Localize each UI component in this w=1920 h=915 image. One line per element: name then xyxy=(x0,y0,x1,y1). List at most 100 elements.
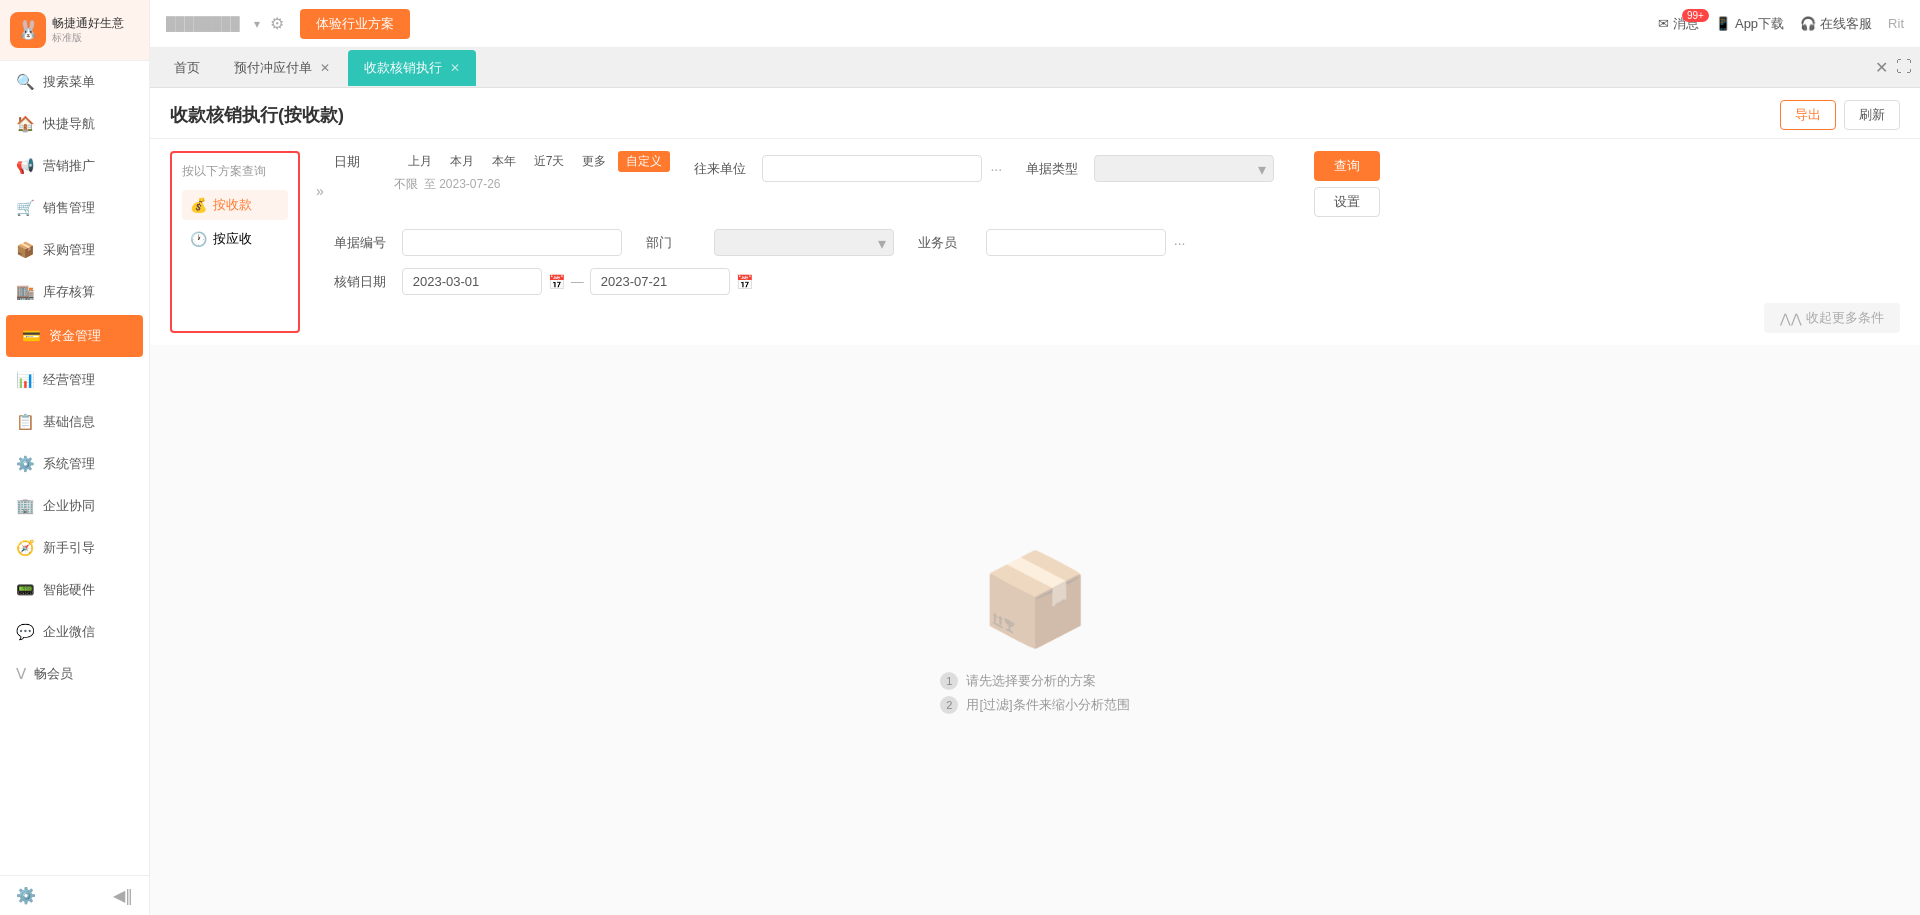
receivable-icon: 🕐 xyxy=(190,231,207,247)
tab-prepay-label: 预付冲应付单 xyxy=(234,59,312,77)
writeoff-start-calendar-icon[interactable]: 📅 xyxy=(548,274,565,290)
collapse-sidebar-icon[interactable]: ◀‖ xyxy=(113,886,133,905)
online-service-btn[interactable]: 🎧 在线客服 xyxy=(1800,15,1872,33)
date-btn-this-year[interactable]: 本年 xyxy=(486,151,522,172)
page-title-row: 收款核销执行(按收款) 导出 刷新 xyxy=(170,100,1900,130)
settings-btn[interactable]: 设置 xyxy=(1314,187,1380,217)
sidebar-item-label: 系统管理 xyxy=(43,455,95,473)
tab-prepay[interactable]: 预付冲应付单 ✕ xyxy=(218,50,346,86)
sidebar-item-marketing[interactable]: 📢 营销推广 xyxy=(0,145,149,187)
empty-tip-1: 1 请先选择要分析的方案 xyxy=(940,672,1129,690)
doc-type-select[interactable] xyxy=(1094,155,1274,182)
sidebar-item-system[interactable]: ⚙️ 系统管理 xyxy=(0,443,149,485)
date-btn-custom[interactable]: 自定义 xyxy=(618,151,670,172)
tab-writeoff[interactable]: 收款核销执行 ✕ xyxy=(348,50,476,86)
close-tab-icon[interactable]: ✕ xyxy=(1875,58,1888,77)
staff-dots-icon[interactable]: ··· xyxy=(1174,235,1186,251)
filter-collapse-row: ⋀⋀ 收起更多条件 xyxy=(334,303,1900,333)
sidebar-item-hardware[interactable]: 📟 智能硬件 xyxy=(0,569,149,611)
writeoff-end-input[interactable] xyxy=(590,268,730,295)
chevron-up-icon: ⋀⋀ xyxy=(1780,311,1802,326)
settings-icon[interactable]: ⚙️ xyxy=(16,886,36,905)
system-icon: ⚙️ xyxy=(16,455,35,473)
counterparty-dots-icon[interactable]: ··· xyxy=(990,161,1002,177)
filter-option-by-payment[interactable]: 💰 按收款 xyxy=(182,190,288,220)
counterparty-input[interactable] xyxy=(762,155,982,182)
sidebar-item-inventory[interactable]: 🏬 库存核算 xyxy=(0,271,149,313)
date-btn-last-month[interactable]: 上月 xyxy=(402,151,438,172)
app-download-btn[interactable]: 📱 App下载 xyxy=(1715,15,1784,33)
tabbar-controls: ✕ ⛶ xyxy=(1875,58,1912,77)
date-btn-more[interactable]: 更多 xyxy=(576,151,612,172)
empty-state: 📦 1 请先选择要分析的方案 2 用[过滤]条件来缩小分析范围 xyxy=(150,345,1920,915)
sidebar-item-label: 快捷导航 xyxy=(43,115,95,133)
date-not-limit: 不限 xyxy=(394,176,418,193)
purchase-icon: 📦 xyxy=(16,241,35,259)
empty-tip-2-text: 用[过滤]条件来缩小分析范围 xyxy=(966,696,1129,714)
sidebar-item-wechat[interactable]: 💬 企业微信 xyxy=(0,611,149,653)
expand-icon[interactable]: ⛶ xyxy=(1896,58,1912,77)
sidebar-item-label: 库存核算 xyxy=(43,283,95,301)
export-btn[interactable]: 导出 xyxy=(1780,100,1836,130)
date-filter-btns: 上月 本月 本年 近7天 更多 自定义 xyxy=(402,151,671,172)
search-icon: 🔍 xyxy=(16,73,35,91)
member-icon: Ⅴ xyxy=(16,665,26,683)
sidebar-item-label: 企业协同 xyxy=(43,497,95,515)
refresh-btn[interactable]: 刷新 xyxy=(1844,100,1900,130)
chevron-down-icon[interactable]: ▾ xyxy=(254,17,260,31)
sidebar-item-sales[interactable]: 🛒 销售管理 xyxy=(0,187,149,229)
sidebar-item-label: 新手引导 xyxy=(43,539,95,557)
message-btn[interactable]: ✉ 消息 99+ xyxy=(1658,15,1699,33)
topbar: ████████ ▾ ⚙ 体验行业方案 ✉ 消息 99+ 📱 App下载 🎧 在… xyxy=(150,0,1920,48)
collapse-label: 收起更多条件 xyxy=(1806,309,1884,327)
base-icon: 📋 xyxy=(16,413,35,431)
message-icon: ✉ xyxy=(1658,16,1669,31)
tab-writeoff-label: 收款核销执行 xyxy=(364,59,442,77)
writeoff-start-input[interactable] xyxy=(402,268,542,295)
date-btn-this-month[interactable]: 本月 xyxy=(444,151,480,172)
query-btn[interactable]: 查询 xyxy=(1314,151,1380,181)
headset-icon: 🎧 xyxy=(1800,16,1816,31)
sidebar-item-search[interactable]: 🔍 搜索菜单 xyxy=(0,61,149,103)
sidebar-item-biz[interactable]: 📊 经营管理 xyxy=(0,359,149,401)
query-actions: 查询 设置 xyxy=(1314,151,1380,217)
dept-select[interactable] xyxy=(714,229,894,256)
sidebar-item-funds[interactable]: 💳 资金管理 xyxy=(6,315,143,357)
hardware-icon: 📟 xyxy=(16,581,35,599)
online-service-label: 在线客服 xyxy=(1820,15,1872,33)
doc-type-label: 单据类型 xyxy=(1026,160,1086,178)
doc-num-input[interactable] xyxy=(402,229,622,256)
date-btn-7days[interactable]: 近7天 xyxy=(528,151,571,172)
filter-option-by-receivable[interactable]: 🕐 按应收 xyxy=(182,224,288,254)
industry-btn[interactable]: 体验行业方案 xyxy=(300,9,410,39)
filter-collapse-arrow[interactable]: » xyxy=(316,183,324,199)
sidebar-item-enterprise[interactable]: 🏢 企业协同 xyxy=(0,485,149,527)
sidebar-item-label: 畅会员 xyxy=(34,665,73,683)
sidebar-item-guide[interactable]: 🧭 新手引导 xyxy=(0,527,149,569)
gear-icon[interactable]: ⚙ xyxy=(270,14,284,33)
sidebar-footer: ⚙️ ◀‖ xyxy=(0,875,149,915)
tab-writeoff-close[interactable]: ✕ xyxy=(450,61,460,75)
date-label: 日期 xyxy=(334,153,394,171)
funds-icon: 💳 xyxy=(22,327,41,345)
sidebar-menu: 🔍 搜索菜单 🏠 快捷导航 📢 营销推广 🛒 销售管理 📦 采购管理 🏬 库存核… xyxy=(0,61,149,875)
sidebar-item-label: 经营管理 xyxy=(43,371,95,389)
tab-home[interactable]: 首页 xyxy=(158,50,216,86)
sidebar-item-label: 企业微信 xyxy=(43,623,95,641)
writeoff-end-calendar-icon[interactable]: 📅 xyxy=(736,274,753,290)
sidebar-item-purchase[interactable]: 📦 采购管理 xyxy=(0,229,149,271)
user-name: Rit xyxy=(1888,16,1904,31)
filter-fields: 日期 上月 本月 本年 近7天 更多 自定义 不限 xyxy=(334,151,1900,333)
collapse-btn[interactable]: ⋀⋀ 收起更多条件 xyxy=(1764,303,1900,333)
logo-name: 畅捷通好生意 xyxy=(52,15,124,32)
tabbar: 首页 预付冲应付单 ✕ 收款核销执行 ✕ ✕ ⛶ xyxy=(150,48,1920,88)
sidebar-item-base[interactable]: 📋 基础信息 xyxy=(0,401,149,443)
sidebar-item-quicknav[interactable]: 🏠 快捷导航 xyxy=(0,103,149,145)
staff-input[interactable] xyxy=(986,229,1166,256)
sidebar-item-label: 搜索菜单 xyxy=(43,73,95,91)
sidebar-item-member[interactable]: Ⅴ 畅会员 xyxy=(0,653,149,695)
writeoff-date-label: 核销日期 xyxy=(334,273,394,291)
tab-prepay-close[interactable]: ✕ xyxy=(320,61,330,75)
sales-icon: 🛒 xyxy=(16,199,35,217)
marketing-icon: 📢 xyxy=(16,157,35,175)
